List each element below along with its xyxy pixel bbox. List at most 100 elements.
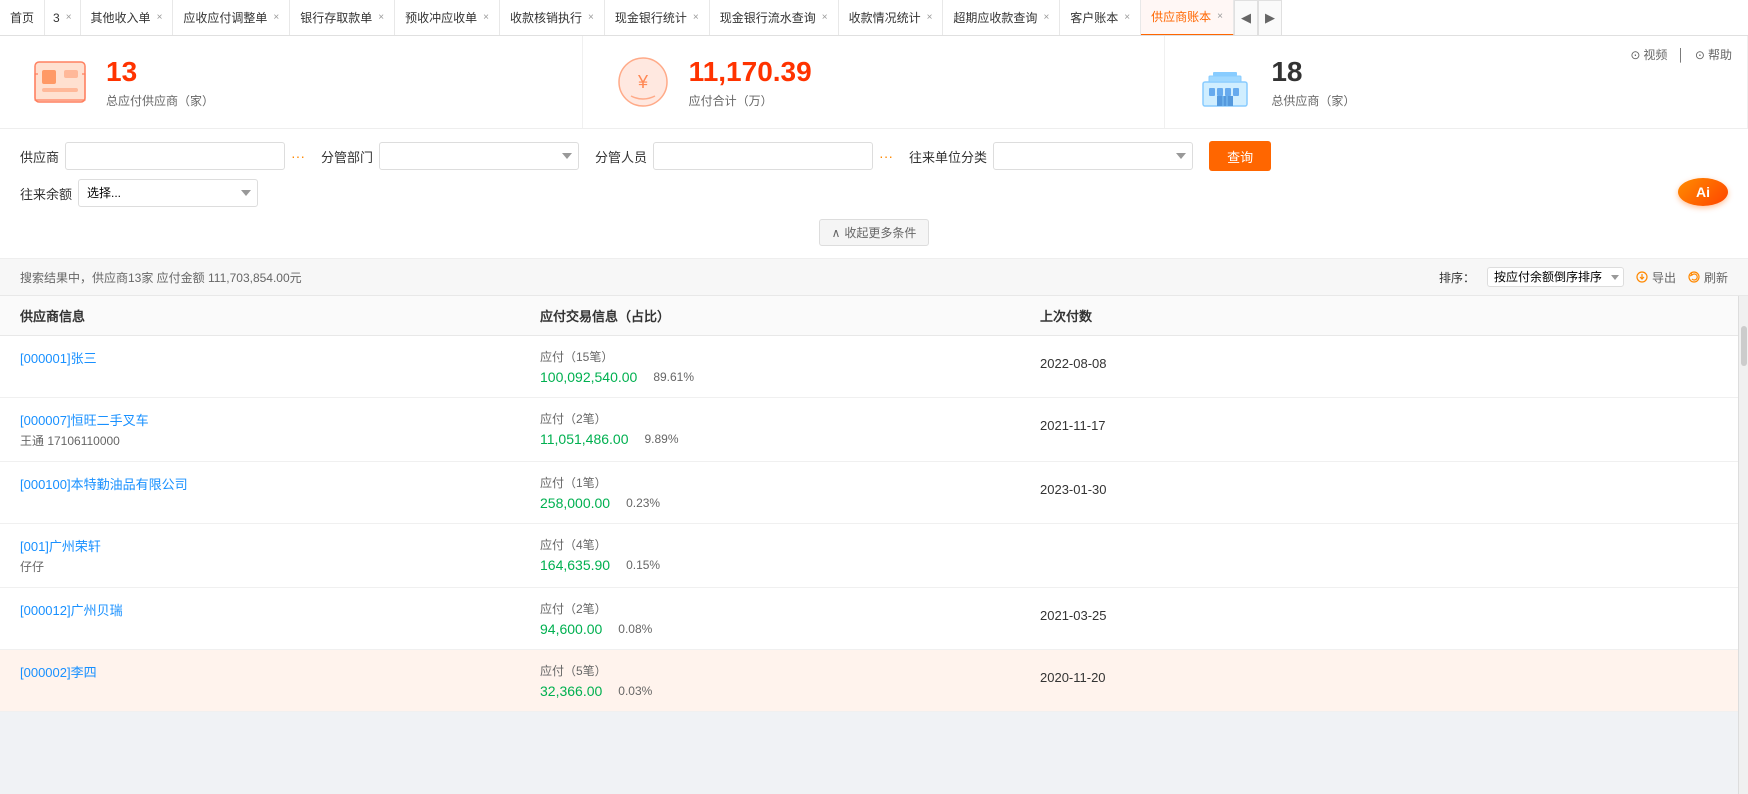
nav-tab-receipt-close[interactable]: ×	[588, 12, 594, 23]
nav-tab-overdue-label: 超期应收款查询	[953, 9, 1037, 26]
nav-tab-bank-deposit[interactable]: 银行存取款单 ×	[290, 0, 395, 36]
row6-supplier-link[interactable]: [000002]李四	[20, 665, 97, 680]
table-row: [001]广州荣轩 仔仔 应付（4笔） 164,635.90 0.15%	[0, 524, 1738, 588]
nav-tab-other-income[interactable]: 其他收入单 ×	[81, 0, 174, 36]
summary-card-payable-suppliers: 13 总应付供应商（家）	[0, 36, 583, 128]
nav-tab-receipt-stat[interactable]: 收款情况统计 ×	[839, 0, 944, 36]
refresh-icon	[1688, 271, 1700, 283]
row2-trans-label: 应付（2笔）	[540, 410, 1040, 427]
export-icon	[1636, 271, 1648, 283]
nav-tab-cash-bank-stat-close[interactable]: ×	[693, 12, 699, 23]
nav-tab-supplier-ledger-close[interactable]: ×	[1217, 11, 1223, 22]
nav-tab-other-income-close[interactable]: ×	[157, 12, 163, 23]
row2-trans-percent: 9.89%	[645, 432, 679, 446]
nav-prev-arrow[interactable]: ◀	[1234, 0, 1258, 36]
ai-badge[interactable]: Ai	[1678, 178, 1728, 206]
nav-tab-prepay[interactable]: 预收冲应收单 ×	[395, 0, 500, 36]
row1-supplier-link[interactable]: [000001]张三	[20, 351, 97, 366]
payable-suppliers-info: 13 总应付供应商（家）	[106, 56, 214, 109]
row5-supplier-link[interactable]: [000012]广州贝瑞	[20, 603, 123, 618]
export-button[interactable]: 导出	[1636, 269, 1676, 286]
row6-trans-row: 32,366.00 0.03%	[540, 683, 1040, 699]
svg-text:¥: ¥	[637, 72, 649, 92]
supplier-dots[interactable]: ···	[291, 148, 305, 164]
nav-tab-customer-ledger[interactable]: 客户账本 ×	[1060, 0, 1141, 36]
result-text: 搜索结果中，供应商13家 应付金额 111,703,854.00元	[20, 269, 302, 286]
nav-tab-overdue-close[interactable]: ×	[1043, 12, 1049, 23]
nav-next-arrow[interactable]: ▶	[1258, 0, 1282, 36]
nav-tab-cash-bank-flow-close[interactable]: ×	[822, 12, 828, 23]
nav-tab-supplier-ledger[interactable]: 供应商账本 ×	[1141, 0, 1234, 36]
row2-trans-amount[interactable]: 11,051,486.00	[540, 431, 629, 447]
nav-tab-receipt-stat-close[interactable]: ×	[927, 12, 933, 23]
nav-tab-prepay-close[interactable]: ×	[483, 12, 489, 23]
row3-trans-row: 258,000.00 0.23%	[540, 495, 1040, 511]
nav-tab-ar-ap-adjust-label: 应收应付调整单	[183, 9, 267, 26]
nav-tab-bank-deposit-close[interactable]: ×	[378, 12, 384, 23]
nav-tab-ar-ap-adjust[interactable]: 应收应付调整单 ×	[173, 0, 290, 36]
row4-supplier: [001]广州荣轩 仔仔	[20, 536, 540, 575]
row1-trans-row: 100,092,540.00 89.61%	[540, 369, 1040, 385]
row4-trans-percent: 0.15%	[626, 558, 660, 572]
scrollbar[interactable]	[1738, 296, 1748, 794]
row6-lastpay-date: 2020-11-20	[1040, 670, 1718, 685]
category-label: 往来单位分类	[909, 147, 987, 166]
table-row: [000100]本特勤油品有限公司 应付（1笔） 258,000.00 0.23…	[0, 462, 1738, 524]
filter-bar: 供应商 ··· 分管部门 分管人员 ··· 往来单位分类	[0, 129, 1748, 259]
row2-lastpay: 2021-11-17	[1040, 410, 1718, 433]
row6-trans-amount[interactable]: 32,366.00	[540, 683, 602, 699]
row3-trans-percent: 0.23%	[626, 496, 660, 510]
balance-select[interactable]: 选择...	[78, 179, 258, 207]
row4-trans-amount[interactable]: 164,635.90	[540, 557, 610, 573]
row3-lastpay-date: 2023-01-30	[1040, 482, 1718, 497]
category-select[interactable]	[993, 142, 1193, 170]
nav-tab-ar-ap-adjust-close[interactable]: ×	[273, 12, 279, 23]
filter-item-category: 往来单位分类	[909, 142, 1193, 170]
nav-tab-3-close[interactable]: ×	[66, 12, 72, 23]
row3-trans-amount[interactable]: 258,000.00	[540, 495, 610, 511]
row2-supplier-link[interactable]: [000007]恒旺二手叉车	[20, 413, 149, 428]
row2-lastpay-date: 2021-11-17	[1040, 418, 1718, 433]
nav-tab-home[interactable]: 首页	[0, 0, 45, 36]
balance-label: 往来余额	[20, 184, 72, 203]
nav-tab-overdue[interactable]: 超期应收款查询 ×	[943, 0, 1060, 36]
help-label: 帮助	[1708, 46, 1732, 63]
col-header-transaction: 应付交易信息（占比）	[540, 306, 1040, 325]
row3-transaction: 应付（1笔） 258,000.00 0.23%	[540, 474, 1040, 511]
row1-supplier: [000001]张三	[20, 348, 540, 367]
table-row: [000012]广州贝瑞 应付（2笔） 94,600.00 0.08% 2021…	[0, 588, 1738, 650]
summary-card-payable-total: ¥ 11,170.39 应付合计（万）	[583, 36, 1166, 128]
table-row: [000001]张三 应付（15笔） 100,092,540.00 89.61%…	[0, 336, 1738, 398]
help-link[interactable]: ⊙ 帮助	[1695, 46, 1732, 63]
refresh-button[interactable]: 刷新	[1688, 269, 1728, 286]
payable-total-icon: ¥	[613, 52, 673, 112]
total-suppliers-info: 18 总供应商（家）	[1271, 56, 1355, 109]
nav-tab-cash-bank-flow[interactable]: 现金银行流水查询 ×	[710, 0, 839, 36]
row4-supplier-link[interactable]: [001]广州荣轩	[20, 539, 101, 554]
dept-select[interactable]	[379, 142, 579, 170]
nav-tab-cash-bank-stat[interactable]: 现金银行统计 ×	[605, 0, 710, 36]
person-input[interactable]	[653, 142, 873, 170]
nav-tab-other-income-label: 其他收入单	[91, 9, 151, 26]
search-button[interactable]: 查询	[1209, 141, 1271, 171]
supplier-input[interactable]	[65, 142, 285, 170]
separator: │	[1677, 46, 1685, 63]
filter-item-balance: 往来余额 选择...	[20, 179, 258, 207]
row2-trans-row: 11,051,486.00 9.89%	[540, 431, 1040, 447]
row4-trans-row: 164,635.90 0.15%	[540, 557, 1040, 573]
nav-tab-customer-ledger-close[interactable]: ×	[1124, 12, 1130, 23]
video-link[interactable]: ⊙ 视频	[1630, 46, 1667, 63]
video-label: 视频	[1643, 46, 1667, 63]
row5-trans-amount[interactable]: 94,600.00	[540, 621, 602, 637]
nav-tab-3[interactable]: 3 ×	[45, 0, 81, 36]
table-row: [000002]李四 应付（5笔） 32,366.00 0.03% 2020-1…	[0, 650, 1738, 712]
result-bar: 搜索结果中，供应商13家 应付金额 111,703,854.00元 排序： 按应…	[0, 259, 1748, 296]
scroll-thumb[interactable]	[1741, 326, 1747, 366]
nav-tab-receipt[interactable]: 收款核销执行 ×	[500, 0, 605, 36]
person-dots[interactable]: ···	[879, 148, 893, 164]
row1-trans-amount[interactable]: 100,092,540.00	[540, 369, 637, 385]
collapse-button[interactable]: ∧ 收起更多条件	[819, 219, 930, 246]
row5-lastpay: 2021-03-25	[1040, 600, 1718, 623]
row3-supplier-link[interactable]: [000100]本特勤油品有限公司	[20, 477, 188, 492]
sort-select[interactable]: 按应付余额倒序排序	[1487, 267, 1624, 287]
